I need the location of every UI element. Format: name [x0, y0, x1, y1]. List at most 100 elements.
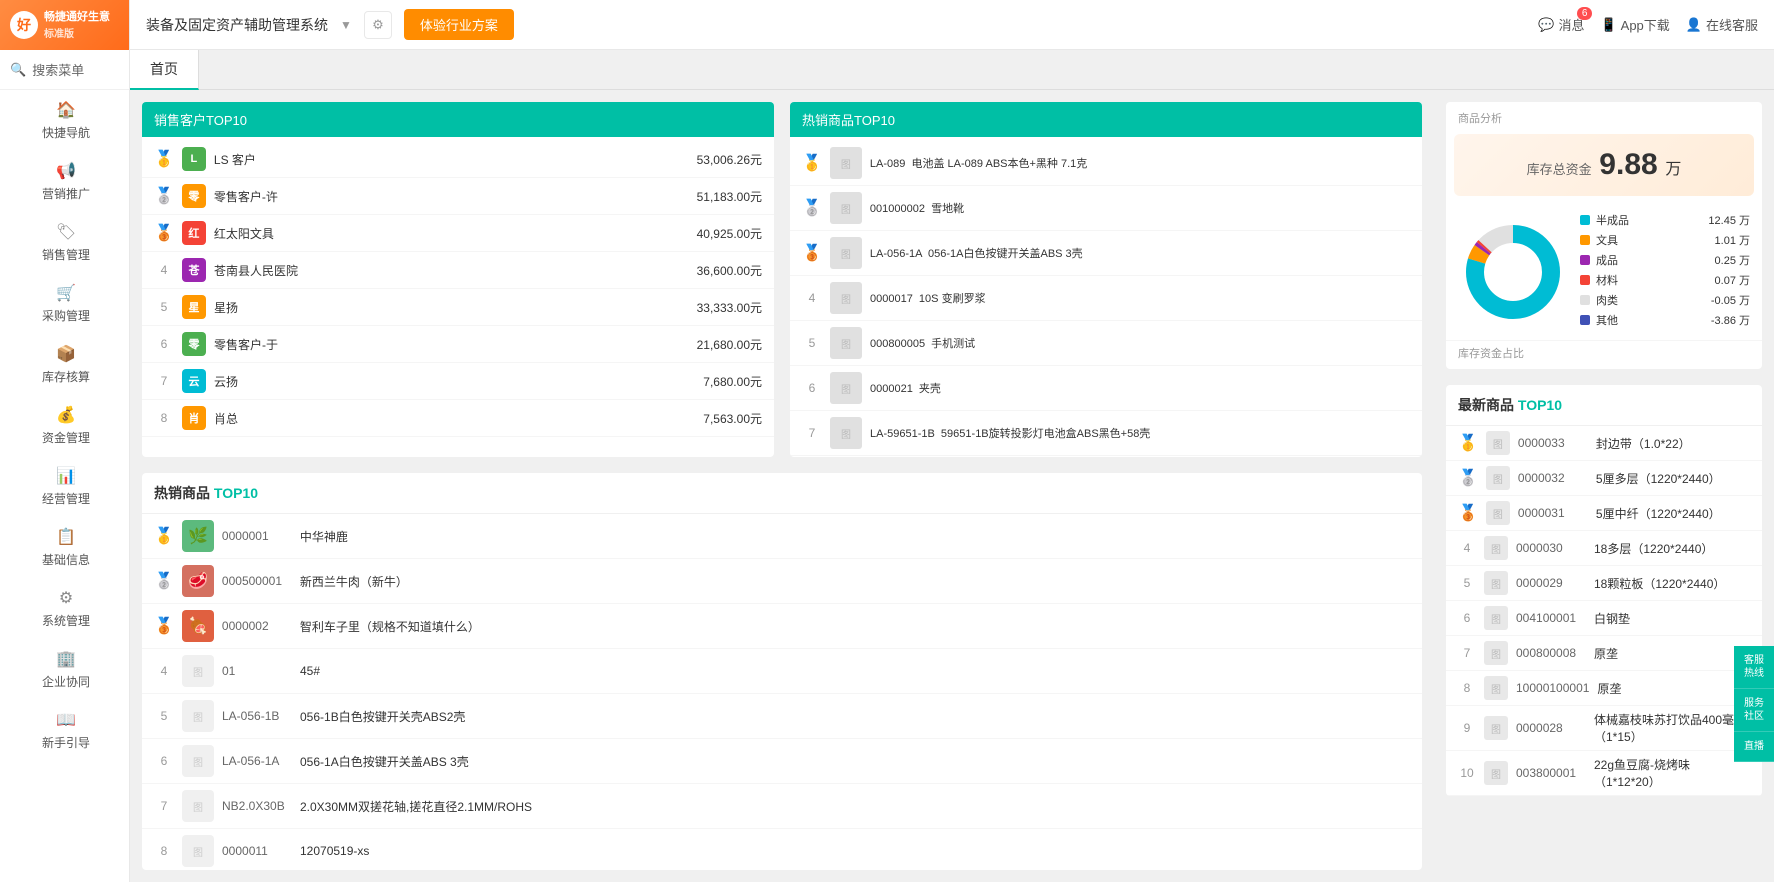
- content-area: 销售客户TOP10 🥇 L LS 客户 53,006.26元 🥈 零 零售客户: [130, 90, 1774, 882]
- sidebar: 好 畅捷通好生意 标准版 🔍 搜索菜单 🏠 快捷导航 📢 营销推广 🏷 销售管理…: [0, 0, 130, 882]
- message-button[interactable]: 💬 消息 6: [1538, 15, 1584, 34]
- home-icon: 🏠: [56, 100, 76, 120]
- sidebar-item-shortcut[interactable]: 🏠 快捷导航: [0, 90, 129, 151]
- product-item: 🥈 🥩 000500001 新西兰牛肉（新牛）: [142, 559, 1422, 604]
- product-thumb: 图: [182, 700, 214, 732]
- nav-label: 营销推广: [42, 185, 90, 202]
- rank-item: 4 苍 苍南县人民医院 36,600.00元: [142, 252, 774, 289]
- header-right: 💬 消息 6 📱 App下载 👤 在线客服: [1538, 15, 1758, 34]
- np-thumb: 图: [1484, 716, 1508, 740]
- service-icon: 👤: [1686, 17, 1702, 33]
- nav-label: 系统管理: [42, 612, 90, 629]
- inventory-header-label: 商品分析: [1458, 110, 1502, 126]
- sidebar-nav: 🏠 快捷导航 📢 营销推广 🏷 销售管理 🛒 采购管理 📦 库存核算 💰 资金管…: [0, 90, 129, 882]
- nav-label: 经营管理: [42, 490, 90, 507]
- legend-item-meat: 肉类 -0.05 万: [1580, 292, 1750, 308]
- settings-button[interactable]: ⚙: [364, 11, 392, 39]
- guide-icon: 📖: [56, 710, 76, 730]
- legend-item-stationery: 文具 1.01 万: [1580, 232, 1750, 248]
- new-product-item: 10 图 003800001 22g鱼豆腐-烧烤味（1*12*20）: [1446, 751, 1762, 796]
- sidebar-item-corp[interactable]: 🏢 企业协同: [0, 639, 129, 700]
- sidebar-item-basic[interactable]: 📋 基础信息: [0, 517, 129, 578]
- sidebar-item-guide[interactable]: 📖 新手引导: [0, 700, 129, 761]
- bronze-medal-icon: 🥉: [154, 616, 174, 636]
- app-download-button[interactable]: 📱 App下载: [1600, 15, 1669, 34]
- new-products-panel: 最新商品 TOP10 🥇 图 0000033 封边带（1.0*22） 🥈 图 0…: [1446, 385, 1762, 796]
- rank-badge: 星: [182, 295, 206, 319]
- img-placeholder: 🥩: [188, 571, 208, 591]
- product-item: 🥉 🍖 0000002 智利车子里（规格不知道填什么）: [142, 604, 1422, 649]
- rank-item: 🥉 图 LA-056-1A 056-1A白色按键开关盖ABS 3壳: [790, 231, 1422, 276]
- float-btn-service[interactable]: 客服热线: [1734, 646, 1774, 689]
- trial-button[interactable]: 体验行业方案: [404, 9, 514, 40]
- np-thumb: 图: [1484, 606, 1508, 630]
- nav-label: 库存核算: [42, 368, 90, 385]
- product-thumb: 🍖: [182, 610, 214, 642]
- nav-label: 快捷导航: [42, 124, 90, 141]
- np-thumb: 图: [1486, 501, 1510, 525]
- float-btn-community[interactable]: 服务社区: [1734, 689, 1774, 732]
- inventory-total-label: 库存总资金: [1527, 162, 1592, 177]
- basic-icon: 📋: [56, 527, 76, 547]
- main-area: 装备及固定资产辅助管理系统 ▼ ⚙ 体验行业方案 💬 消息 6 📱 App下载 …: [130, 0, 1774, 882]
- nav-label: 基础信息: [42, 551, 90, 568]
- inventory-total-box: 库存总资金 9.88 万: [1454, 134, 1754, 196]
- np-thumb: 图: [1484, 676, 1508, 700]
- rank-item: 🥇 图 LA-089 电池盖 LA-089 ABS本色+黑种 7.1克: [790, 141, 1422, 186]
- marketing-icon: 📢: [56, 161, 76, 181]
- bronze-medal-icon: 🥉: [1458, 503, 1478, 523]
- product-thumb: 图: [182, 835, 214, 867]
- tab-home[interactable]: 首页: [130, 50, 199, 90]
- donut-chart: [1458, 217, 1568, 327]
- right-area: 商品分析 库存总资金 9.88 万: [1434, 90, 1774, 882]
- inventory-panel-header: 商品分析: [1446, 102, 1762, 126]
- hot-products-panel: 热销商品 TOP10 🥇 🌿 0000001 中华神鹿 🥈 �: [142, 473, 1422, 870]
- product-item: 8 图 0000011 12070519-xs: [142, 829, 1422, 870]
- new-product-item: 7 图 000800008 原垄: [1446, 636, 1762, 671]
- rank-item: 🥇 L LS 客户 53,006.26元: [142, 141, 774, 178]
- legend-dot: [1580, 215, 1590, 225]
- finance-icon: 💰: [56, 405, 76, 425]
- download-icon: 📱: [1600, 17, 1616, 33]
- dropdown-arrow-icon[interactable]: ▼: [340, 18, 352, 32]
- rank-item: 5 图 000800005 手机测试: [790, 321, 1422, 366]
- new-product-item: 6 图 004100001 白钢垫: [1446, 601, 1762, 636]
- sidebar-item-purchase[interactable]: 🛒 采购管理: [0, 273, 129, 334]
- message-icon: 💬: [1538, 17, 1554, 33]
- float-buttons: 客服热线 服务社区 直播: [1734, 646, 1774, 762]
- purchase-icon: 🛒: [56, 283, 76, 303]
- new-products-top10-label: TOP10: [1518, 397, 1562, 413]
- product-thumb: 图: [182, 790, 214, 822]
- new-product-item: 🥇 图 0000033 封边带（1.0*22）: [1446, 426, 1762, 461]
- legend-dot: [1580, 275, 1590, 285]
- rank-item: 4 图 0000017 10S 变刷罗浆: [790, 276, 1422, 321]
- sidebar-item-system[interactable]: ⚙ 系统管理: [0, 578, 129, 639]
- online-service-button[interactable]: 👤 在线客服: [1686, 15, 1758, 34]
- sidebar-search[interactable]: 🔍 搜索菜单: [0, 50, 129, 90]
- sidebar-item-marketing[interactable]: 📢 营销推广: [0, 151, 129, 212]
- product-thumb: 图: [830, 192, 862, 224]
- donut-svg: [1458, 217, 1568, 327]
- legend-dot: [1580, 295, 1590, 305]
- legend-item-semifinished: 半成品 12.45 万: [1580, 212, 1750, 228]
- search-icon: 🔍: [10, 62, 26, 78]
- rank-item: 8 肖 肖总 7,563.00元: [142, 400, 774, 437]
- np-thumb: 图: [1486, 431, 1510, 455]
- left-area: 销售客户TOP10 🥇 L LS 客户 53,006.26元 🥈 零 零售客户: [130, 90, 1434, 882]
- new-product-item: 4 图 0000030 18多层（1220*2440）: [1446, 531, 1762, 566]
- product-thumb: 图: [830, 372, 862, 404]
- sidebar-item-sales[interactable]: 🏷 销售管理: [0, 212, 129, 273]
- sidebar-item-inventory[interactable]: 📦 库存核算: [0, 334, 129, 395]
- float-btn-live[interactable]: 直播: [1734, 732, 1774, 762]
- sidebar-item-operation[interactable]: 📊 经营管理: [0, 456, 129, 517]
- sidebar-item-finance[interactable]: 💰 资金管理: [0, 395, 129, 456]
- np-thumb: 图: [1484, 641, 1508, 665]
- inventory-total-value: 9.88: [1599, 148, 1657, 181]
- inventory-foot: 库存资金占比: [1446, 340, 1762, 369]
- img-placeholder: 🍖: [188, 616, 208, 636]
- rank-item: 5 星 星扬 33,333.00元: [142, 289, 774, 326]
- message-badge: 6: [1577, 7, 1593, 20]
- legend-item-product: 成品 0.25 万: [1580, 252, 1750, 268]
- rank-badge: L: [182, 147, 206, 171]
- legend-dot: [1580, 255, 1590, 265]
